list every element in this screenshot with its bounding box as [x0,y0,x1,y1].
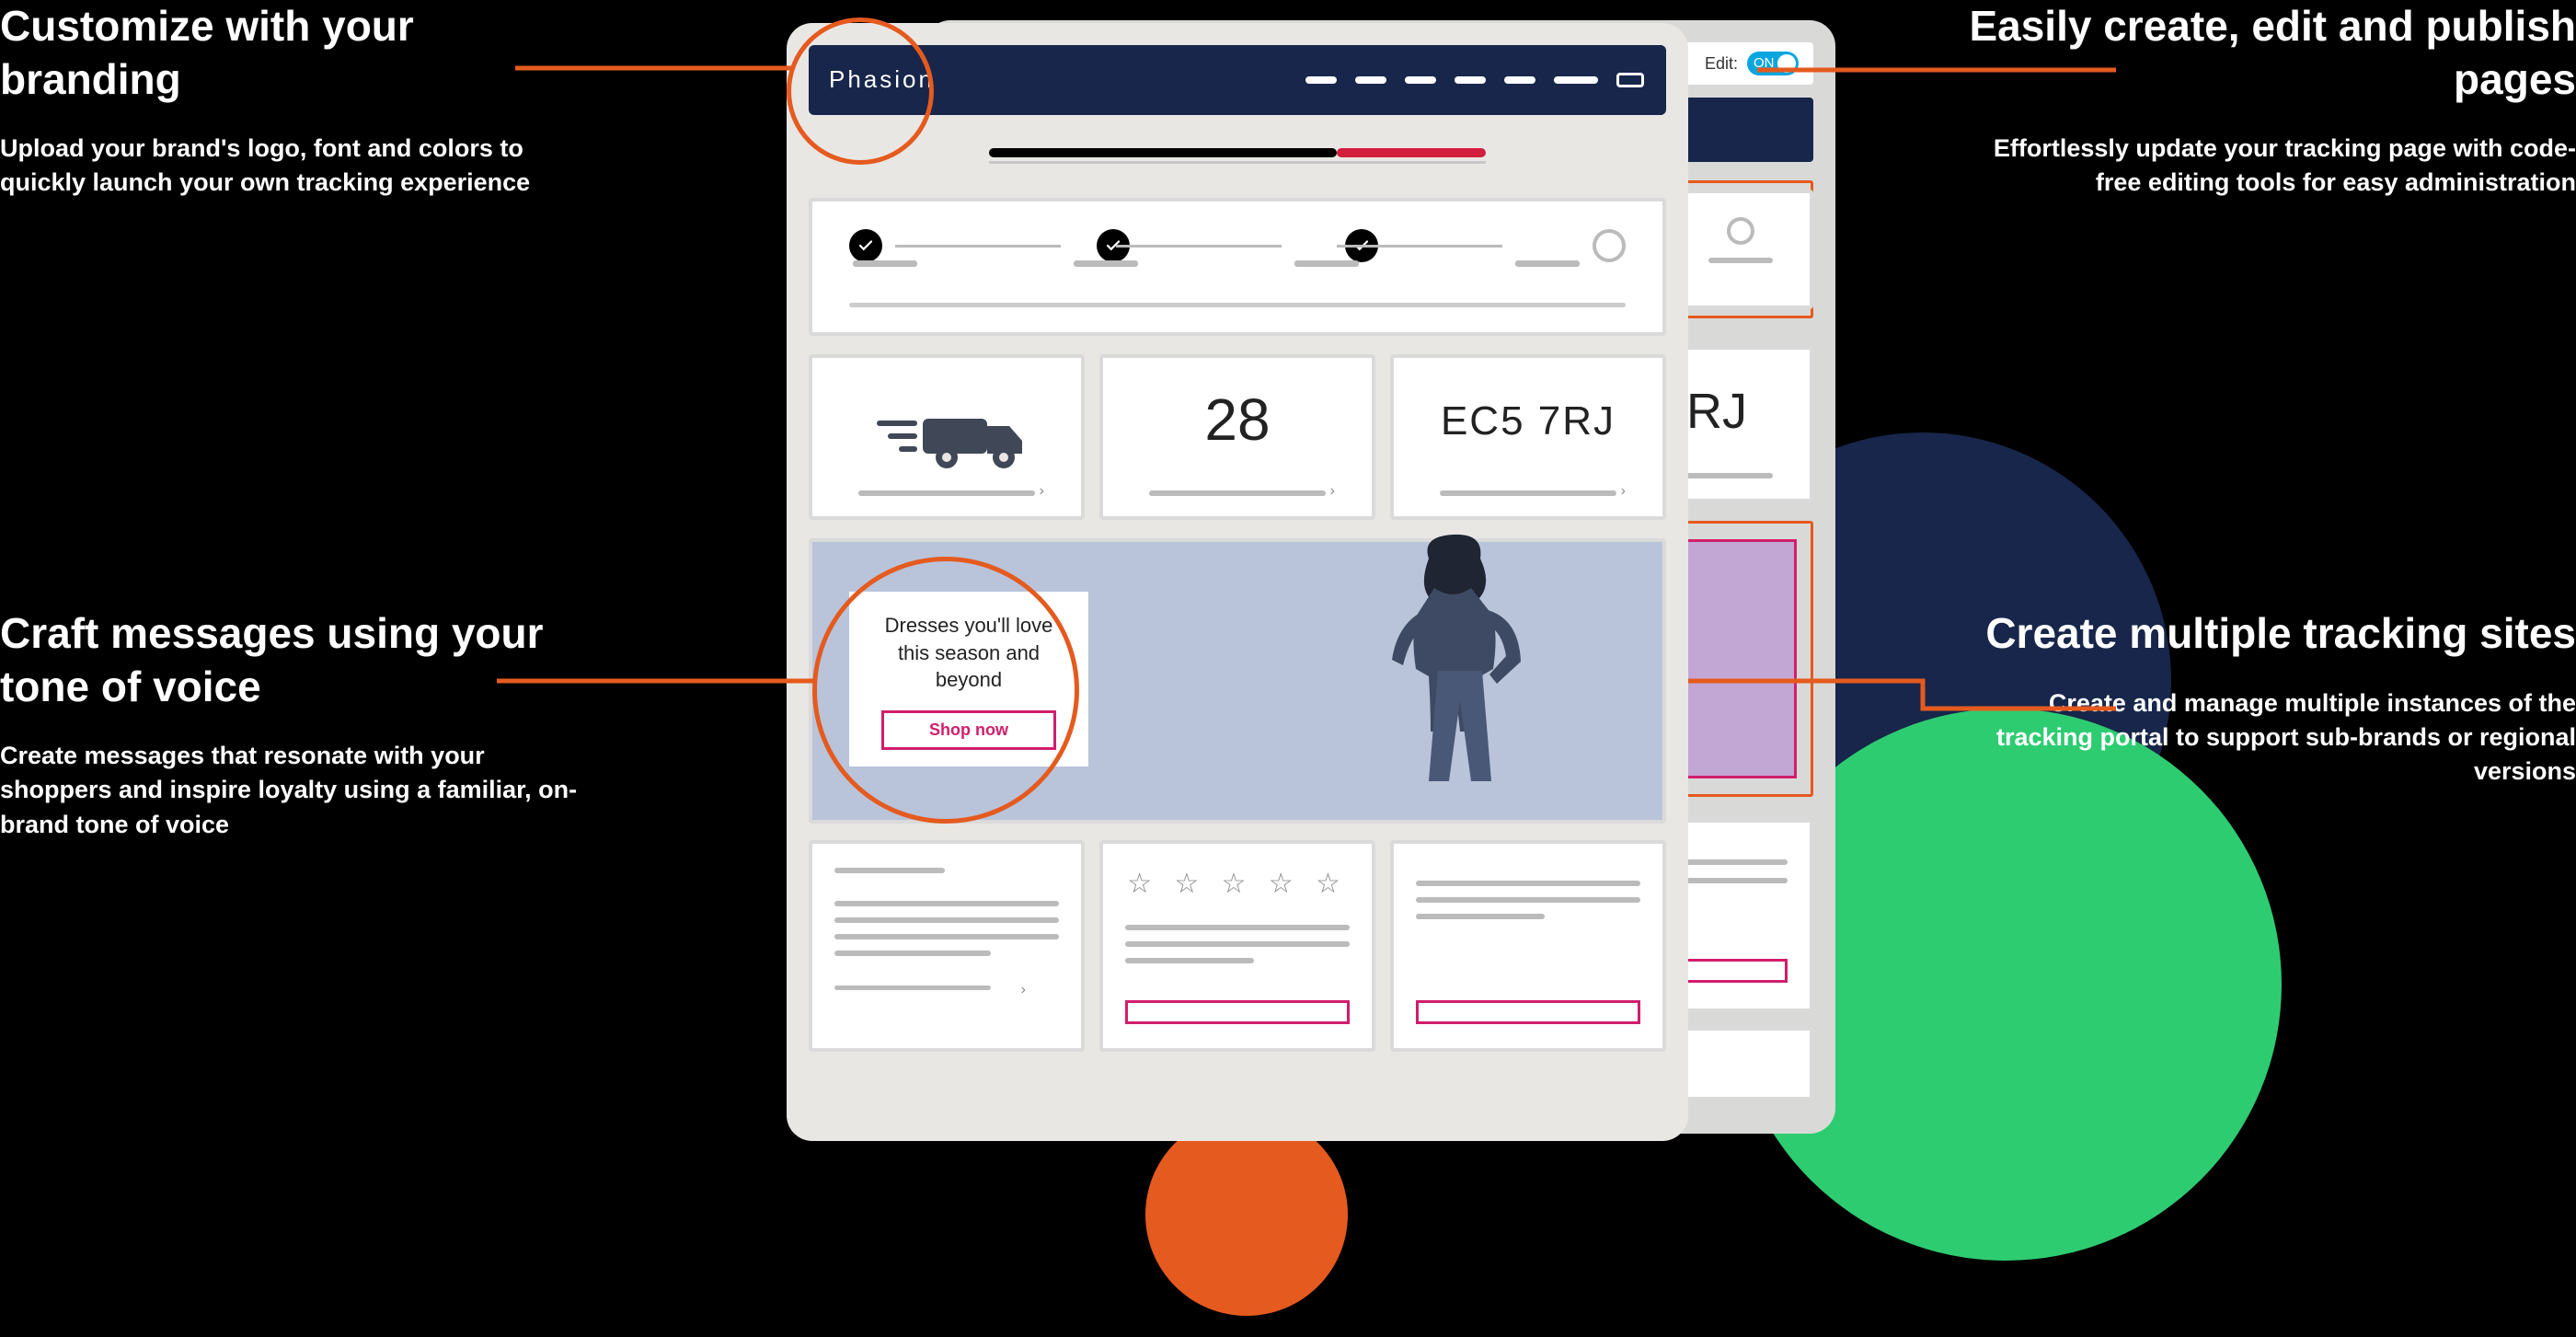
annotation-messages-body: Create messages that resonate with your … [0,739,589,842]
main-menu [1305,45,1644,115]
shop-now-button[interactable]: Shop now [881,710,1056,750]
promo-message-text: Dresses you'll love this season and beyo… [869,612,1068,694]
placeholder-line [1125,941,1350,947]
info-card-subline [1149,490,1326,496]
step-label [1294,260,1359,267]
step-label [1074,260,1138,267]
brand-logo[interactable]: Phasion [829,65,935,94]
step-connector [1116,245,1282,248]
annotation-multisite-title: Create multiple tracking sites [1950,607,2576,661]
product-card-3[interactable] [1390,840,1666,1052]
annotation-branding-body: Upload your brand's logo, font and color… [0,132,589,201]
placeholder-line [834,951,991,956]
step-connector [895,245,1061,248]
delivery-truck-icon [868,404,1033,478]
placeholder-line [834,868,945,873]
placeholder-line [834,934,1059,939]
page-subtitle-bar [989,148,1486,157]
step-label [853,260,917,267]
info-card-shipping[interactable]: › [809,354,1085,520]
progress-step-4 [1593,229,1626,262]
product-cta-button[interactable] [1125,1000,1350,1024]
chevron-right-icon: › [1040,483,1044,500]
info-card-subline [1440,490,1616,496]
placeholder-line [1416,914,1545,919]
step-connector [1337,245,1502,248]
chevron-right-icon: › [1330,483,1335,500]
step-label [1515,260,1580,267]
placeholder-line [1125,958,1254,963]
annotation-publish-body: Effortlessly update your tracking page w… [1950,132,2576,201]
promo-message-box: Dresses you'll love this season and beyo… [849,592,1088,766]
promo-banner: Dresses you'll love this season and beyo… [809,538,1666,824]
product-card-2[interactable]: ☆ ☆ ☆ ☆ ☆ [1099,840,1375,1052]
cart-icon[interactable] [1616,73,1644,87]
annotation-messages: Craft messages using your tone of voice … [0,607,589,842]
progress-step-1 [849,229,882,262]
product-cta-button[interactable] [1416,1000,1640,1024]
annotation-multisite: Create multiple tracking sites Create an… [1950,607,2576,789]
annotation-branding: Customize with your branding Upload your… [0,0,589,201]
info-card-subline [858,490,1035,496]
menu-item[interactable] [1455,76,1486,84]
chevron-right-icon: › [1621,483,1626,500]
eta-value: 28 [1103,386,1372,454]
chevron-right-icon: › [1021,982,1026,998]
placeholder-line [1125,925,1350,930]
check-icon [857,237,874,254]
placeholder-line [1708,258,1773,263]
annotation-branding-title: Customize with your branding [0,0,589,106]
placeholder-line [834,917,1059,923]
info-card-eta[interactable]: 28 › [1099,354,1375,520]
postcode-value: EC5 7RJ [1394,398,1662,444]
placeholder-line [834,901,1059,906]
placeholder-line [834,985,991,990]
placeholder-line [1416,897,1640,903]
menu-item[interactable] [1355,76,1386,84]
model-illustration [1350,533,1552,827]
edit-toggle-state: ON [1754,55,1775,71]
annotation-messages-title: Craft messages using your tone of voice [0,607,589,713]
decorative-blob-orange [1145,1113,1348,1316]
step-empty-icon [1727,217,1754,245]
site-header: Phasion [809,45,1666,115]
edit-toggle[interactable]: ON [1747,52,1799,75]
placeholder-line [1416,881,1640,886]
rating-stars: ☆ ☆ ☆ ☆ ☆ [1103,868,1372,900]
info-card-postcode[interactable]: EC5 7RJ › [1390,354,1666,520]
placeholder-line [849,303,1626,307]
annotation-publish-title: Easily create, edit and publish pages [1950,0,2576,106]
menu-item[interactable] [1405,76,1436,84]
progress-card [809,198,1666,336]
annotation-multisite-body: Create and manage multiple instances of … [1950,686,2576,790]
annotation-publish: Easily create, edit and publish pages Ef… [1950,0,2576,201]
edit-label: Edit: [1705,54,1738,74]
tablet-front: Phasion [787,23,1688,1141]
menu-item[interactable] [1504,76,1535,84]
menu-item[interactable] [1305,76,1337,84]
product-card-1[interactable]: › [809,840,1085,1052]
